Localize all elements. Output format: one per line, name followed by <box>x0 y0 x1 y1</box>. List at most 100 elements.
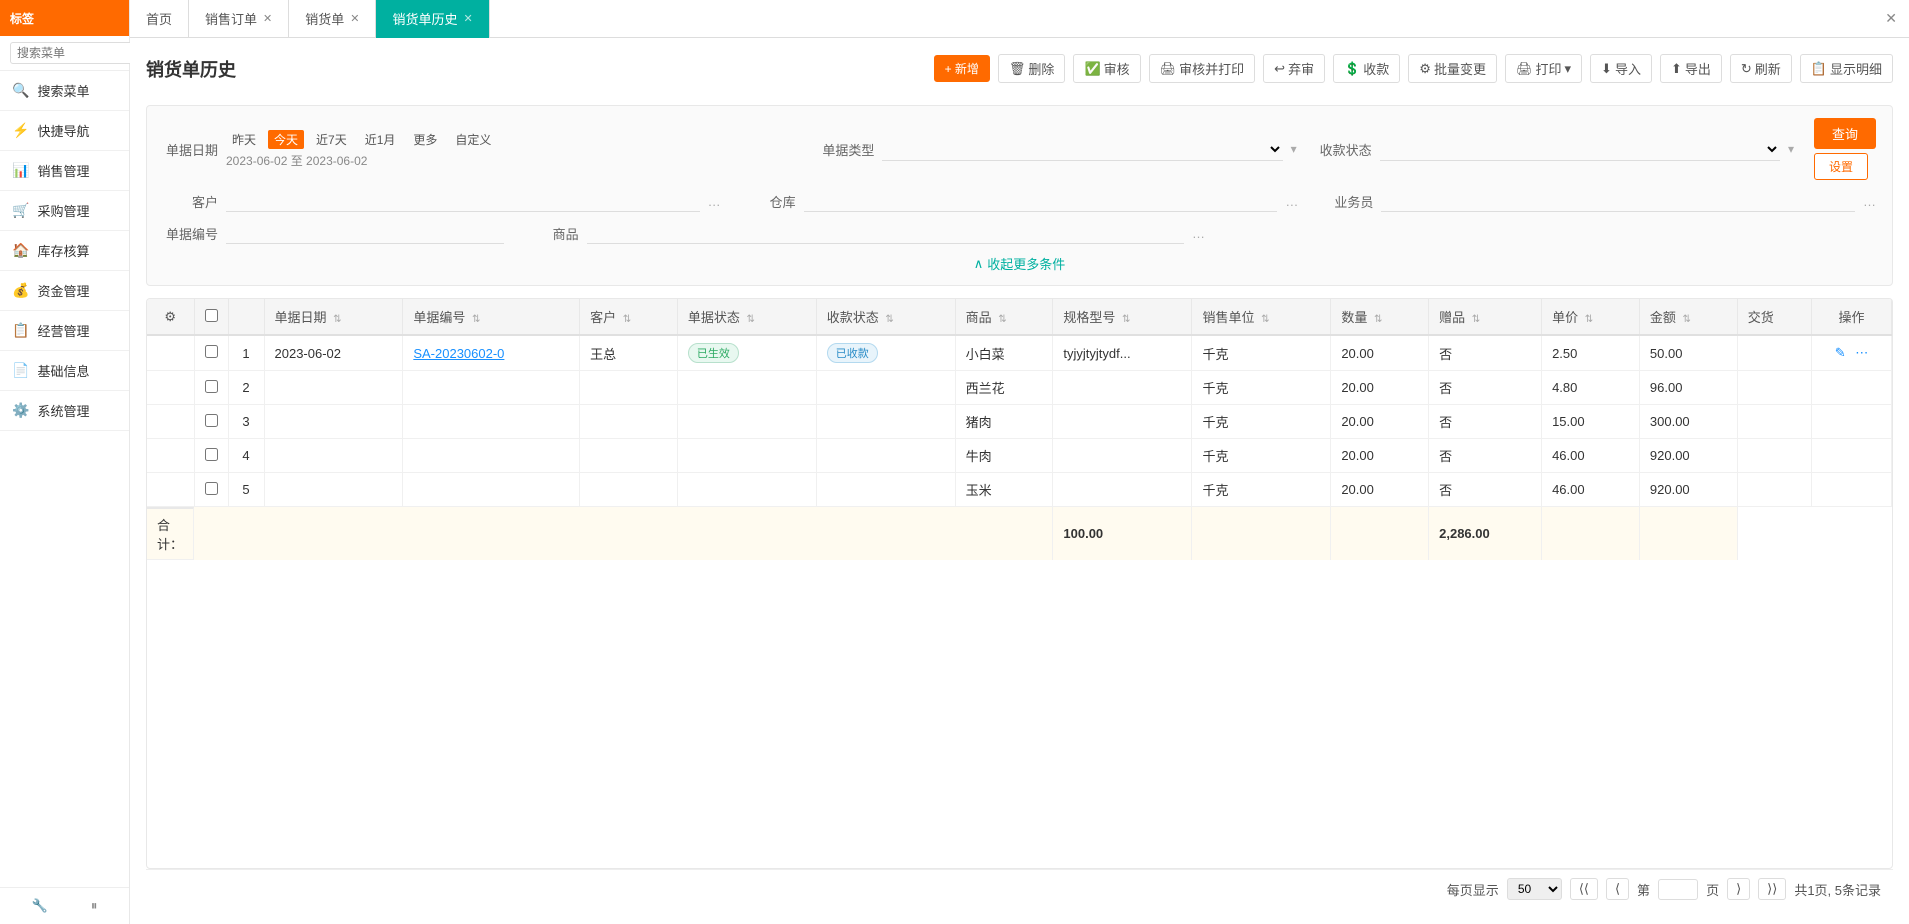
export-button[interactable]: ⬆ 导出 <box>1660 54 1722 83</box>
collapse-filter-btn[interactable]: ∧ 收起更多条件 <box>163 254 1876 273</box>
collect-button[interactable]: 💲 收款 <box>1333 54 1400 83</box>
detail-icon: 📋 <box>1811 61 1827 77</box>
add-button[interactable]: + 新增 <box>934 55 990 82</box>
amount-header[interactable]: 金额 ⇅ <box>1639 299 1737 335</box>
sidebar-item-search-menu[interactable]: 🔍搜索菜单 <box>0 71 129 111</box>
sidebar-item-inventory-calc[interactable]: 🏠库存核算 <box>0 231 129 271</box>
tab-sales-goods[interactable]: 销货单 ✕ <box>289 0 376 38</box>
date-more[interactable]: 更多 <box>407 130 443 149</box>
sidebar-item-finance-mgmt[interactable]: 💰资金管理 <box>0 271 129 311</box>
review-button[interactable]: ✅ 审核 <box>1073 54 1140 83</box>
close-all-tabs[interactable]: ✕ <box>1873 10 1909 27</box>
salesperson-input[interactable] <box>1381 190 1855 212</box>
product-input[interactable] <box>587 222 1184 244</box>
date-1month[interactable]: 近1月 <box>359 130 402 149</box>
collect-status-select[interactable] <box>1380 137 1780 161</box>
doc-status-header[interactable]: 单据状态 ⇅ <box>677 299 816 335</box>
row-doc-no-3[interactable] <box>403 439 580 473</box>
row-check-3[interactable] <box>194 439 228 473</box>
salesperson-label: 业务员 <box>1318 192 1373 211</box>
row-trade-3 <box>1737 439 1811 473</box>
sidebar-bottom-icon2[interactable]: ⏸ <box>91 898 98 914</box>
product-header[interactable]: 商品 ⇅ <box>955 299 1053 335</box>
per-page-select[interactable]: 50 100 200 <box>1507 878 1562 900</box>
show-detail-button[interactable]: 📋 显示明细 <box>1800 54 1893 83</box>
check-column-header[interactable] <box>194 299 228 335</box>
row-gift-4: 否 <box>1429 473 1542 507</box>
doc-type-select[interactable] <box>882 137 1282 161</box>
gift-header[interactable]: 赠品 ⇅ <box>1429 299 1542 335</box>
print-button[interactable]: 🖨 打印 ▾ <box>1505 54 1582 83</box>
row-gift-2: 否 <box>1429 405 1542 439</box>
product-picker[interactable]: … <box>1192 226 1205 241</box>
sidebar-item-sales-mgmt[interactable]: 📊销售管理 <box>0 151 129 191</box>
sort-icon: ⇅ <box>1683 314 1691 325</box>
sidebar-item-basic-info[interactable]: 📄基础信息 <box>0 351 129 391</box>
more-icon-0[interactable]: ⋯ <box>1855 345 1868 360</box>
abandon-button[interactable]: ↩ 弃审 <box>1263 54 1325 83</box>
main-area: 首页销售订单 ✕销货单 ✕销货单历史 ✕ ✕ 销货单历史 + 新增 🗑 删除 ✅… <box>130 0 1909 924</box>
import-button[interactable]: ⬇ 导入 <box>1590 54 1652 83</box>
sidebar-item-business-mgmt[interactable]: 📋经营管理 <box>0 311 129 351</box>
salesperson-picker[interactable]: … <box>1863 194 1876 209</box>
review-print-button[interactable]: 🖨 审核并打印 <box>1149 54 1256 83</box>
gear-column-header[interactable]: ⚙ <box>147 299 194 335</box>
sidebar-item-quick-nav[interactable]: ⚡快捷导航 <box>0 111 129 151</box>
row-qty-1: 20.00 <box>1331 371 1429 405</box>
filter-settings-button[interactable]: 设置 <box>1814 153 1868 180</box>
sort-icon: ⇅ <box>1472 314 1480 325</box>
next-page-btn[interactable]: ⟩ <box>1727 878 1750 900</box>
collect-status-header[interactable]: 收款状态 ⇅ <box>816 299 955 335</box>
row-doc-no-4[interactable] <box>403 473 580 507</box>
tab-close-sales-history[interactable]: ✕ <box>464 12 473 25</box>
doc-date-header[interactable]: 单据日期 ⇅ <box>264 299 403 335</box>
prev-page-btn[interactable]: ⟨ <box>1606 878 1629 900</box>
filter-row-1: 单据日期 昨天 今天 近7天 近1月 更多 自定义 2023-06-02 至 2… <box>163 118 1876 180</box>
warehouse-picker[interactable]: … <box>1285 194 1298 209</box>
tab-close-sales-goods[interactable]: ✕ <box>350 12 359 25</box>
spec-header[interactable]: 规格型号 ⇅ <box>1053 299 1192 335</box>
unit-header[interactable]: 销售单位 ⇅ <box>1192 299 1331 335</box>
sidebar-item-purchase-mgmt[interactable]: 🛒采购管理 <box>0 191 129 231</box>
price-header[interactable]: 单价 ⇅ <box>1542 299 1640 335</box>
row-doc-no-2[interactable] <box>403 405 580 439</box>
tab-close-sales-order[interactable]: ✕ <box>263 12 272 25</box>
row-check-4[interactable] <box>194 473 228 507</box>
system-mgmt-icon: ⚙️ <box>12 402 29 419</box>
first-page-btn[interactable]: ⟨⟨ <box>1570 878 1598 900</box>
footer-label: 合计： <box>147 507 194 560</box>
row-doc-no-0[interactable]: SA-20230602-0 <box>403 335 580 371</box>
date-yesterday[interactable]: 昨天 <box>226 130 262 149</box>
row-gear-4 <box>147 473 194 507</box>
edit-icon-0[interactable]: ✎ <box>1835 345 1846 360</box>
row-check-0[interactable] <box>194 335 228 371</box>
qty-header[interactable]: 数量 ⇅ <box>1331 299 1429 335</box>
customer-input[interactable] <box>226 190 700 212</box>
sidebar-item-system-mgmt[interactable]: ⚙️系统管理 <box>0 391 129 431</box>
date-7days[interactable]: 近7天 <box>310 130 353 149</box>
refresh-button[interactable]: ↻ 刷新 <box>1730 54 1792 83</box>
tab-sales-history[interactable]: 销货单历史 ✕ <box>376 0 489 38</box>
tab-home[interactable]: 首页 <box>130 0 189 38</box>
delete-button[interactable]: 🗑 删除 <box>998 54 1066 83</box>
row-doc-date-4 <box>264 473 403 507</box>
query-button[interactable]: 查询 <box>1814 118 1876 149</box>
batch-change-button[interactable]: ⚙ 批量变更 <box>1408 54 1497 83</box>
row-doc-no-1[interactable] <box>403 371 580 405</box>
select-all-checkbox[interactable] <box>205 309 218 322</box>
row-check-1[interactable] <box>194 371 228 405</box>
doc-no-input[interactable] <box>226 222 504 244</box>
last-page-btn[interactable]: ⟩⟩ <box>1758 878 1786 900</box>
customer-picker[interactable]: … <box>708 194 721 209</box>
date-today[interactable]: 今天 <box>268 130 304 149</box>
tab-sales-order[interactable]: 销售订单 ✕ <box>189 0 289 38</box>
row-check-2[interactable] <box>194 405 228 439</box>
date-custom[interactable]: 自定义 <box>449 130 497 149</box>
sidebar-bottom-icon1[interactable]: 🔧 <box>32 898 48 914</box>
customer-header[interactable]: 客户 ⇅ <box>580 299 678 335</box>
page-number-input[interactable]: 1 <box>1658 879 1698 900</box>
doc-no-header[interactable]: 单据编号 ⇅ <box>403 299 580 335</box>
warehouse-input[interactable] <box>804 190 1278 212</box>
trade-header: 交货 <box>1737 299 1811 335</box>
row-spec-3 <box>1053 439 1192 473</box>
